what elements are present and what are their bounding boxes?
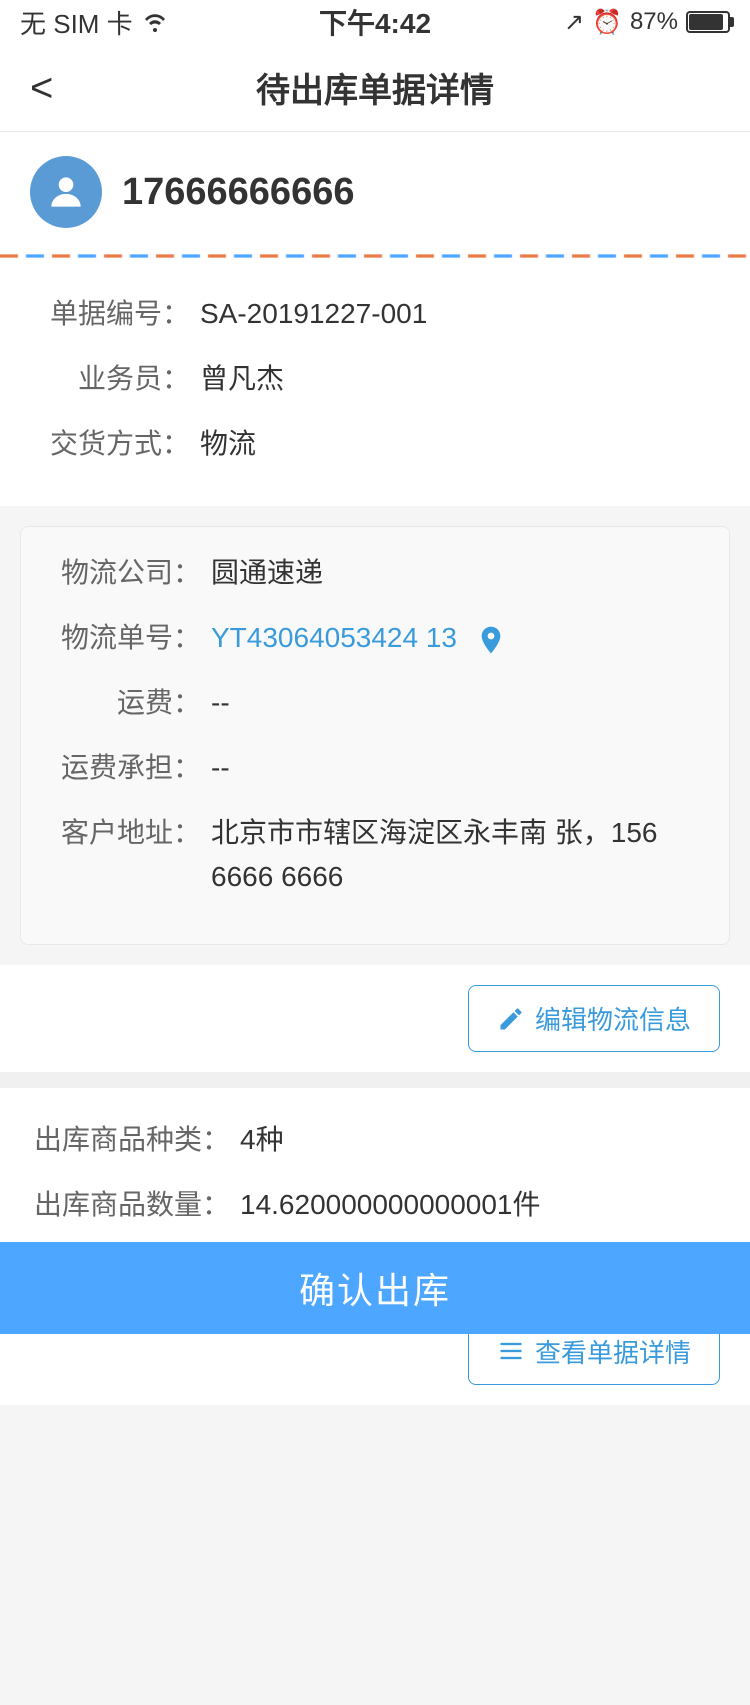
freight-bearer-row: 运费承担： --	[41, 746, 709, 791]
logistics-company-row: 物流公司： 圆通速递	[41, 551, 709, 596]
section-separator	[0, 1072, 750, 1088]
salesman-row: 业务员： 曾凡杰	[30, 357, 720, 402]
order-info-section: 单据编号： SA-20191227-001 业务员： 曾凡杰 交货方式： 物流	[0, 262, 750, 506]
tracking-value: YT43064053424 13	[201, 616, 709, 661]
status-time: 下午4:42	[319, 2, 431, 42]
address-value: 北京市市辖区海淀区永丰南 张，156 6666 6666	[201, 811, 709, 901]
edit-logistics-button[interactable]: 编辑物流信息	[468, 985, 720, 1052]
edit-icon	[497, 1005, 525, 1033]
confirm-button[interactable]: 确认出库	[0, 1242, 750, 1334]
product-quantity-label: 出库商品数量：	[30, 1183, 230, 1228]
product-type-row: 出库商品种类： 4种	[30, 1118, 720, 1163]
logistics-company-label: 物流公司：	[41, 551, 201, 596]
logistics-company-value: 圆通速递	[201, 551, 709, 596]
freight-row: 运费： --	[41, 681, 709, 726]
back-button[interactable]: <	[30, 68, 53, 108]
battery-icon	[686, 11, 730, 33]
product-quantity-row: 出库商品数量： 14.620000000000001件	[30, 1183, 720, 1228]
delivery-value: 物流	[190, 422, 720, 467]
wifi-icon	[141, 12, 169, 32]
view-detail-label: 查看单据详情	[535, 1333, 691, 1370]
order-number-label: 单据编号：	[30, 292, 190, 337]
product-quantity-value: 14.620000000000001件	[230, 1183, 720, 1228]
divider-canvas	[0, 252, 750, 260]
status-left: 无 SIM 卡	[20, 4, 169, 41]
address-label: 客户地址：	[41, 811, 201, 856]
product-type-value: 4种	[230, 1118, 720, 1163]
avatar-icon	[44, 170, 88, 214]
tracking-row: 物流单号： YT43064053424 13	[41, 616, 709, 661]
freight-bearer-value: --	[201, 746, 709, 791]
freight-label: 运费：	[41, 681, 201, 726]
nav-bar: < 待出库单据详情	[0, 44, 750, 132]
status-right: ↗ ⏰ 87%	[564, 8, 730, 37]
main-content: 17666666666 单据编号： SA-20191227-001 业务员： 曾…	[0, 132, 750, 1705]
freight-bearer-label: 运费承担：	[41, 746, 201, 791]
status-bar: 无 SIM 卡 下午4:42 ↗ ⏰ 87%	[0, 0, 750, 44]
salesman-label: 业务员：	[30, 357, 190, 402]
order-number-row: 单据编号： SA-20191227-001	[30, 292, 720, 337]
edit-logistics-label: 编辑物流信息	[535, 1000, 691, 1037]
carrier-text: 无 SIM 卡	[20, 4, 133, 41]
tracking-label: 物流单号：	[41, 616, 201, 661]
product-type-label: 出库商品种类：	[30, 1118, 230, 1163]
logistics-section: 物流公司： 圆通速递 物流单号： YT43064053424 13 运费： --…	[20, 526, 730, 945]
decorative-divider	[0, 252, 750, 262]
location-pin-icon[interactable]	[475, 624, 507, 656]
order-number-value: SA-20191227-001	[190, 292, 720, 337]
user-header: 17666666666	[0, 132, 750, 252]
address-row: 客户地址： 北京市市辖区海淀区永丰南 张，156 6666 6666	[41, 811, 709, 901]
user-avatar	[30, 156, 102, 228]
salesman-value: 曾凡杰	[190, 357, 720, 402]
delivery-row: 交货方式： 物流	[30, 422, 720, 467]
user-phone: 17666666666	[122, 171, 354, 214]
delivery-label: 交货方式：	[30, 422, 190, 467]
alarm-icon: ⏰	[592, 8, 622, 37]
detail-list-icon	[497, 1337, 525, 1365]
battery-percent: 87%	[630, 8, 678, 36]
edit-btn-row: 编辑物流信息	[0, 965, 750, 1072]
location-icon: ↗	[564, 8, 584, 37]
confirm-button-label: 确认出库	[299, 1262, 451, 1314]
freight-value: --	[201, 681, 709, 726]
empty-spacer	[0, 1405, 750, 1605]
page-title: 待出库单据详情	[256, 63, 494, 112]
